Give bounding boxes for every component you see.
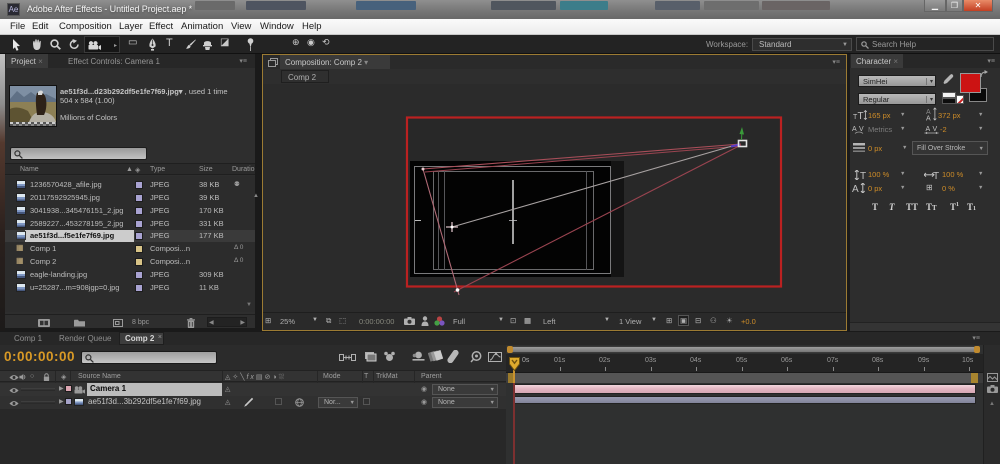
svg-text:A: A bbox=[852, 126, 857, 133]
svg-text:A: A bbox=[852, 184, 859, 193]
svg-text:T: T bbox=[860, 171, 866, 180]
svg-text:V: V bbox=[933, 126, 938, 133]
svg-text:T: T bbox=[858, 111, 864, 120]
svg-text:A: A bbox=[926, 126, 931, 133]
svg-text:A: A bbox=[926, 116, 931, 122]
svg-text:T: T bbox=[933, 171, 939, 180]
